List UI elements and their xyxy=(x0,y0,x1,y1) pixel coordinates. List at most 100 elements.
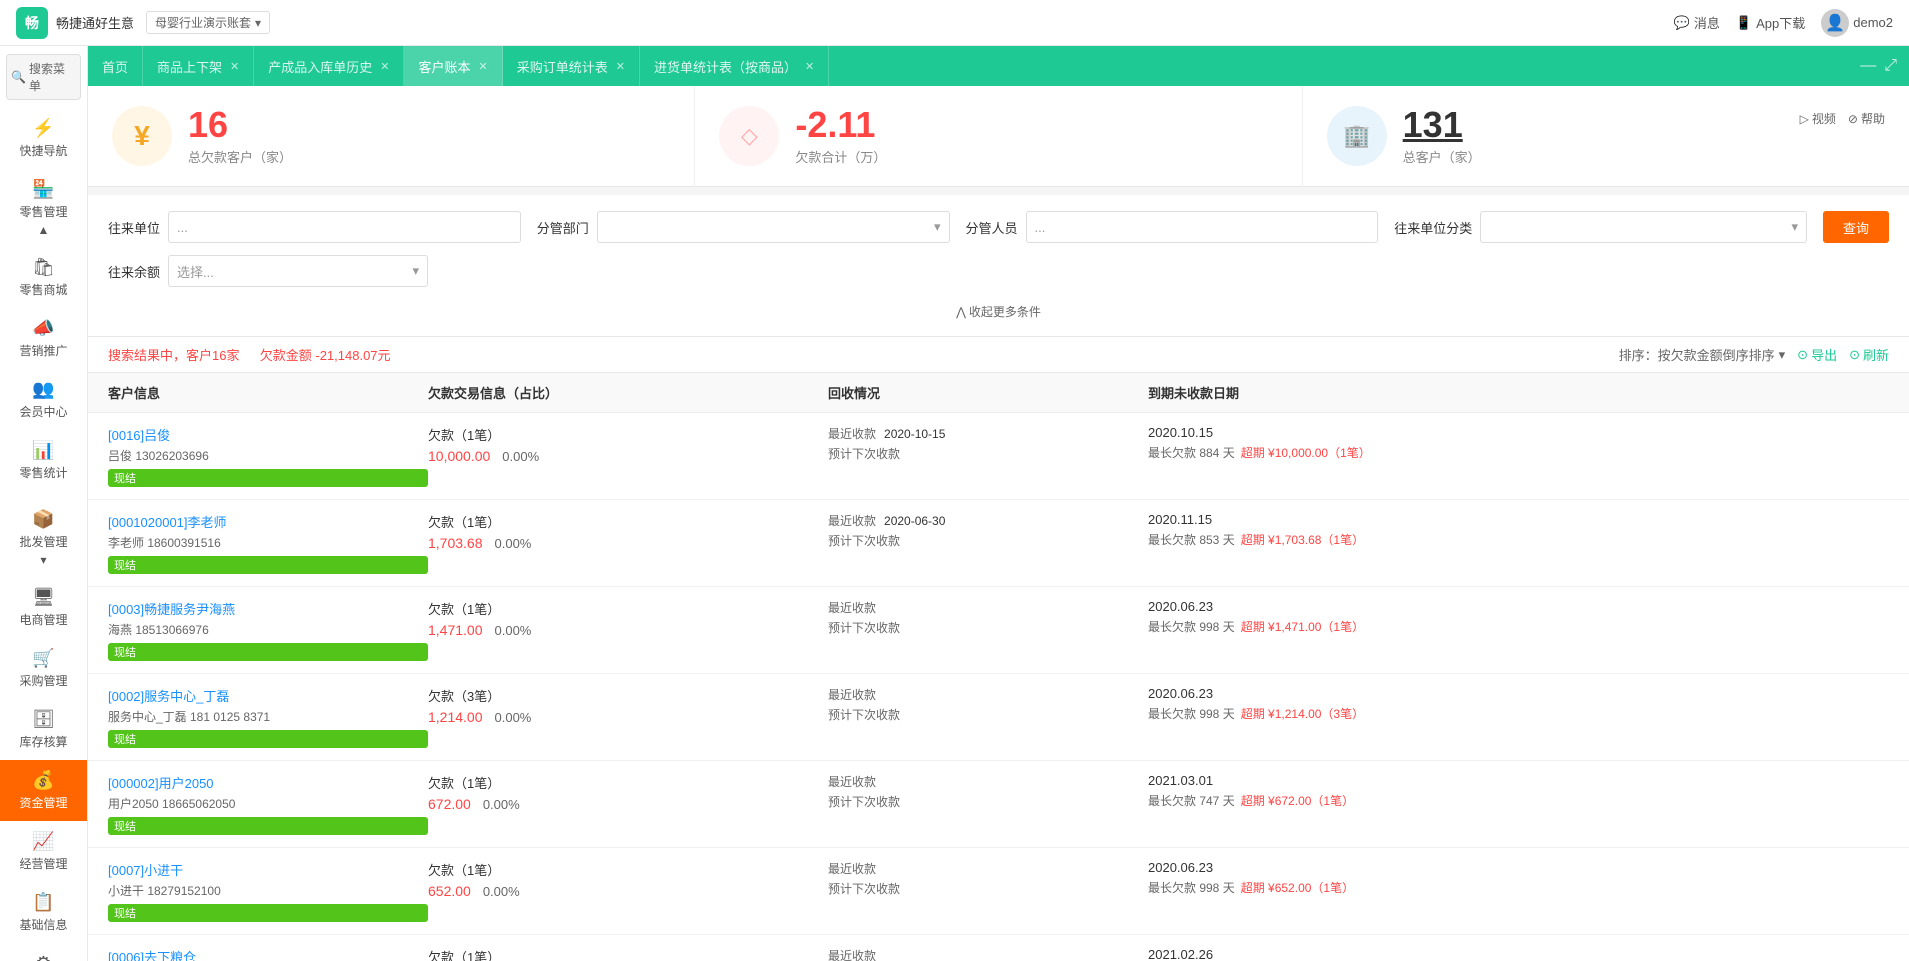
capital-icon: 💰 xyxy=(32,770,54,791)
sidebar-item-operations[interactable]: 📈 经营管理 xyxy=(0,821,87,882)
result-amount-label: 欠款金额 xyxy=(260,348,312,363)
sidebar-item-basic-info[interactable]: 📋 基础信息 xyxy=(0,882,87,943)
tab-close-product-offline[interactable]: ✕ xyxy=(230,60,239,73)
customer-info-6: [0007]小进干 小进干 18279152100 现结 xyxy=(108,860,428,922)
sidebar-label-operations: 经营管理 xyxy=(19,855,67,872)
customer-detail-2: 李老师 18600391516 xyxy=(108,534,428,551)
overdue-amount-4[interactable]: 超期 ¥1,214.00（3笔） xyxy=(1241,705,1364,722)
recent-label-4: 最近收款 xyxy=(828,686,876,703)
message-action[interactable]: 💬 消息 xyxy=(1674,13,1720,32)
sidebar-item-quick-nav[interactable]: ⚡ 快捷导航 xyxy=(0,108,87,169)
overdue-info-5: 2021.03.01 最长欠款 747 天 超期 ¥672.00（1笔） xyxy=(1148,773,1889,809)
from-unit-input[interactable]: ... xyxy=(168,211,521,243)
tab-bar-expand-icon[interactable]: ⤢ xyxy=(1884,57,1897,75)
diamond-icon: ◇ xyxy=(741,123,758,149)
user-action[interactable]: 👤 demo2 xyxy=(1821,9,1893,37)
balance-select[interactable]: 选择... ▾ xyxy=(168,255,428,287)
overdue-amount-1[interactable]: 超期 ¥10,000.00（1笔） xyxy=(1241,444,1371,461)
tab-customer-account[interactable]: 客户账本 ✕ xyxy=(404,46,502,86)
customer-name-7[interactable]: [0006]去下粮仓 xyxy=(108,947,428,961)
customer-name-6[interactable]: [0007]小进干 xyxy=(108,860,428,879)
debt-info-1: 欠款（1笔） 10,000.00 0.00% xyxy=(428,425,828,464)
customer-detail-1: 吕俊 13026203696 xyxy=(108,447,428,464)
sidebar-item-marketing[interactable]: 📣 营销推广 xyxy=(0,308,87,369)
overdue-days-5: 最长欠款 747 天 xyxy=(1148,792,1235,809)
tab-close-customer-account[interactable]: ✕ xyxy=(479,60,488,73)
sidebar-item-ecommerce[interactable]: 🖥 电商管理 xyxy=(0,577,87,638)
sidebar-item-batch-mgmt[interactable]: 📦 批发管理 ▾ xyxy=(0,499,87,577)
collapse-button[interactable]: ⋀ 收起更多条件 xyxy=(956,303,1041,320)
overdue-amount-5[interactable]: 超期 ¥672.00（1笔） xyxy=(1241,792,1354,809)
tab-close-purchase-order[interactable]: ✕ xyxy=(616,60,625,73)
overdue-amount-6[interactable]: 超期 ¥652.00（1笔） xyxy=(1241,879,1354,896)
filter-unit-class: 往来单位分类 ▾ xyxy=(1394,211,1807,243)
recent-label-2: 最近收款 xyxy=(828,512,876,529)
sidebar-label-retail-mgmt: 零售管理 xyxy=(19,203,67,220)
tab-purchase-order[interactable]: 采购订单统计表 ✕ xyxy=(503,46,640,86)
overdue-amount-3[interactable]: 超期 ¥1,471.00（1笔） xyxy=(1241,618,1364,635)
debt-title-7: 欠款（1笔） xyxy=(428,947,828,961)
debt-info-7: 欠款（1笔） 455.90 0.00% xyxy=(428,947,828,961)
filter-dept: 分管部门 ▾ xyxy=(537,211,950,243)
table-row: [0007]小进干 小进干 18279152100 现结 欠款（1笔） 652.… xyxy=(88,848,1909,935)
sidebar-search-button[interactable]: 🔍 搜索菜单 xyxy=(6,54,81,100)
top-bar-left: 畅 畅捷通好生意 母婴行业演示账套 ▾ xyxy=(16,7,270,39)
debt-row-3: 1,471.00 0.00% xyxy=(428,622,828,638)
export-button[interactable]: ⊙ 导出 xyxy=(1797,345,1837,364)
sidebar-item-retail-mgmt[interactable]: 🏪 零售管理 ▲ xyxy=(0,169,87,247)
debt-amount-2: 1,703.68 xyxy=(428,535,483,551)
sidebar-item-purchase[interactable]: 🛒 采购管理 xyxy=(0,638,87,699)
tab-bar-actions: — ⤢ xyxy=(1860,57,1909,75)
ecommerce-icon: 🖥 xyxy=(32,587,55,608)
overdue-amount-2[interactable]: 超期 ¥1,703.68（1笔） xyxy=(1241,531,1364,548)
manager-input[interactable]: ... xyxy=(1026,211,1379,243)
col-header-overdue: 到期未收款日期 xyxy=(1148,383,1889,402)
status-tag-6: 现结 xyxy=(108,904,428,922)
sidebar-item-retail-mall[interactable]: 🛍 零售商城 xyxy=(0,247,87,308)
company-select[interactable]: 母婴行业演示账套 ▾ xyxy=(146,11,270,34)
play-icon: ▷ xyxy=(1800,112,1809,126)
recovery-row-5b: 预计下次收款 xyxy=(828,793,1148,810)
tab-close-instock[interactable]: ✕ xyxy=(380,60,389,73)
customer-name-4[interactable]: [0002]服务中心_丁磊 xyxy=(108,686,428,705)
purchase-icon: 🛒 xyxy=(32,648,54,669)
overdue-days-1: 最长欠款 884 天 xyxy=(1148,444,1235,461)
search-button[interactable]: 查询 xyxy=(1823,211,1889,243)
refresh-button[interactable]: ⊙ 刷新 xyxy=(1849,345,1889,364)
customer-name-1[interactable]: [0016]吕俊 xyxy=(108,425,428,444)
tab-product-offline[interactable]: 商品上下架 ✕ xyxy=(143,46,254,86)
logo-area: 畅 畅捷通好生意 xyxy=(16,7,134,39)
view-action[interactable]: ▷ 视频 xyxy=(1800,110,1836,127)
tab-close-instock-stats[interactable]: ✕ xyxy=(805,60,814,73)
next-label-5: 预计下次收款 xyxy=(828,793,900,810)
balance-placeholder: 选择... xyxy=(177,262,214,281)
debt-row-4: 1,214.00 0.00% xyxy=(428,709,828,725)
tab-instock-stats[interactable]: 进货单统计表（按商品） ✕ xyxy=(640,46,829,86)
tab-bar-collapse-icon[interactable]: — xyxy=(1860,57,1876,75)
table-row: [0002]服务中心_丁磊 服务中心_丁磊 181 0125 8371 现结 欠… xyxy=(88,674,1909,761)
customer-name-2[interactable]: [0001020001]李老师 xyxy=(108,512,428,531)
sidebar-item-capital[interactable]: 💰 资金管理 xyxy=(0,760,87,821)
retail-stats-icon: 📊 xyxy=(32,440,54,461)
sidebar-item-inventory[interactable]: 🗄 库存核算 xyxy=(0,699,87,760)
customer-name-5[interactable]: [000002]用户2050 xyxy=(108,773,428,792)
manager-placeholder: ... xyxy=(1035,220,1046,235)
unit-class-select[interactable]: ▾ xyxy=(1480,211,1807,243)
sidebar-item-member[interactable]: 👥 会员中心 xyxy=(0,369,87,430)
customer-name-3[interactable]: [0003]畅捷服务尹海燕 xyxy=(108,599,428,618)
overdue-detail-4: 最长欠款 998 天 超期 ¥1,214.00（3笔） xyxy=(1148,705,1889,722)
total-customer-icon: 🏢 xyxy=(1327,106,1387,166)
sidebar-item-system[interactable]: ⚙ 系统管理 xyxy=(0,943,87,961)
overdue-days-2: 最长欠款 853 天 xyxy=(1148,531,1235,548)
help-action[interactable]: ⊘ 帮助 xyxy=(1848,110,1885,127)
tab-product-instock[interactable]: 产成品入库单历史 ✕ xyxy=(254,46,404,86)
dept-select[interactable]: ▾ xyxy=(597,211,950,243)
debt-amount-4: 1,214.00 xyxy=(428,709,483,725)
sort-button[interactable]: 排序：按欠款金额倒序排序 ▾ xyxy=(1619,345,1786,364)
overdue-info-1: 2020.10.15 最长欠款 884 天 超期 ¥10,000.00（1笔） xyxy=(1148,425,1889,461)
sidebar-item-retail-stats[interactable]: 📊 零售统计 xyxy=(0,430,87,491)
debt-amount-1: 10,000.00 xyxy=(428,448,490,464)
debt-row-5: 672.00 0.00% xyxy=(428,796,828,812)
tab-home[interactable]: 首页 xyxy=(88,46,143,86)
app-download-action[interactable]: 📱 App下载 xyxy=(1736,13,1805,32)
